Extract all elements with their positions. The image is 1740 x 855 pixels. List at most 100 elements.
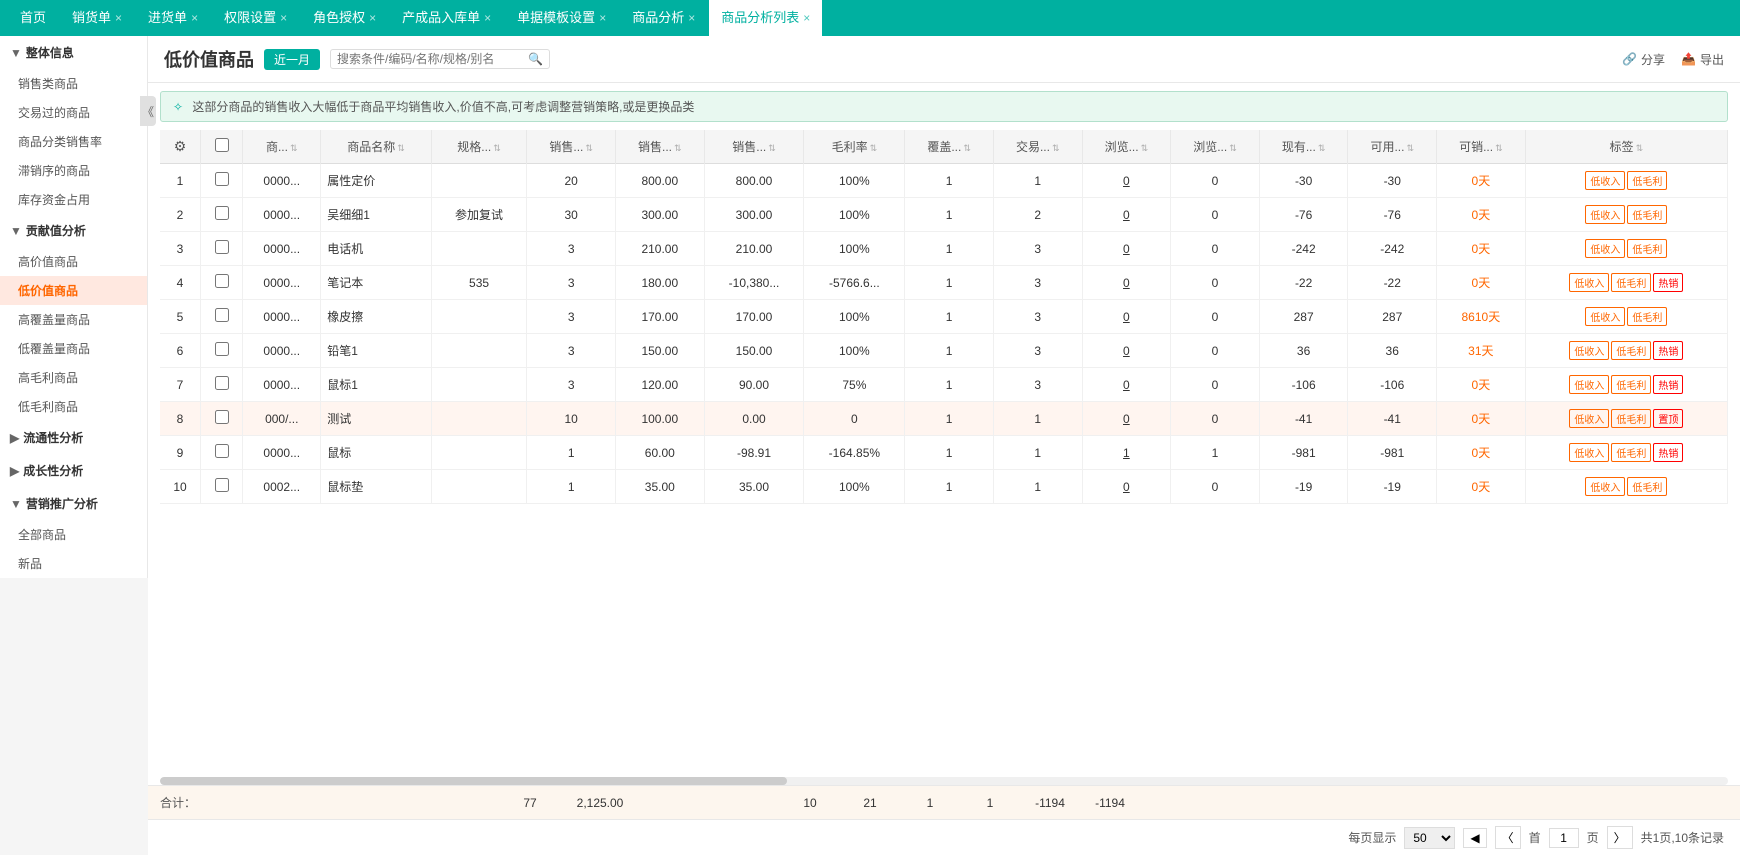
browse1-link[interactable]: 0 [1123, 276, 1130, 290]
settings-icon[interactable]: ⚙ [174, 138, 187, 154]
browse1-link[interactable]: 0 [1123, 242, 1130, 256]
nav-item-角色授权[interactable]: 角色授权× [301, 0, 388, 36]
close-tab-icon[interactable]: × [115, 11, 122, 25]
col-header-tags[interactable]: 标签⇅ [1525, 130, 1727, 164]
col-header-transaction[interactable]: 交易...⇅ [993, 130, 1082, 164]
close-tab-icon[interactable]: × [803, 11, 810, 25]
nav-item-进货单[interactable]: 进货单× [136, 0, 210, 36]
col-header-sales_price[interactable]: 销售...⇅ [704, 130, 804, 164]
sidebar-item-高覆盖量商品[interactable]: 高覆盖量商品 [0, 305, 147, 334]
nav-item-销货单[interactable]: 销货单× [60, 0, 134, 36]
sort-icon[interactable]: ⇅ [1406, 143, 1414, 153]
sidebar-item-商品分类销售率[interactable]: 商品分类销售率 [0, 127, 147, 156]
row-checkbox[interactable] [215, 274, 229, 288]
row-browse1[interactable]: 0 [1082, 368, 1171, 402]
sort-icon[interactable]: ⇅ [1495, 143, 1503, 153]
sort-icon[interactable]: ⇅ [290, 143, 298, 153]
sidebar-section-流通性分析[interactable]: ▶流通性分析 [0, 421, 147, 454]
sort-icon[interactable]: ⇅ [1636, 143, 1644, 153]
close-tab-icon[interactable]: × [484, 11, 491, 25]
sidebar-item-新品[interactable]: 新品 [0, 549, 147, 578]
row-checkbox[interactable] [215, 342, 229, 356]
search-input[interactable] [337, 52, 528, 66]
sort-icon[interactable]: ⇅ [493, 143, 501, 153]
row-browse1[interactable]: 0 [1082, 402, 1171, 436]
period-button[interactable]: 近一月 [264, 49, 320, 70]
col-header-sellable[interactable]: 可销...⇅ [1437, 130, 1526, 164]
sort-icon[interactable]: ⇅ [1318, 143, 1326, 153]
next-page-btn[interactable]: 〉 [1607, 826, 1633, 849]
close-tab-icon[interactable]: × [369, 11, 376, 25]
prev-page-btn[interactable]: 〈 [1495, 826, 1521, 849]
sort-icon[interactable]: ⇅ [1141, 143, 1149, 153]
select-all-checkbox[interactable] [215, 138, 229, 152]
col-header-browse2[interactable]: 浏览...⇅ [1171, 130, 1260, 164]
row-checkbox[interactable] [215, 308, 229, 322]
sidebar-item-全部商品[interactable]: 全部商品 [0, 520, 147, 549]
sort-icon[interactable]: ⇅ [1229, 143, 1237, 153]
row-browse1[interactable]: 0 [1082, 266, 1171, 300]
sidebar-section-成长性分析[interactable]: ▶成长性分析 [0, 454, 147, 487]
browse1-link[interactable]: 0 [1123, 480, 1130, 494]
sidebar-item-高价值商品[interactable]: 高价值商品 [0, 247, 147, 276]
page-input[interactable] [1549, 828, 1579, 848]
browse1-link[interactable]: 0 [1123, 310, 1130, 324]
row-browse1[interactable]: 0 [1082, 198, 1171, 232]
col-header-gross_rate[interactable]: 毛利率⇅ [804, 130, 905, 164]
row-browse1[interactable]: 0 [1082, 164, 1171, 198]
sort-icon[interactable]: ⇅ [1052, 143, 1060, 153]
row-checkbox[interactable] [215, 240, 229, 254]
export-button[interactable]: 📤 导出 [1681, 51, 1724, 68]
per-page-select[interactable]: 5020100 [1404, 827, 1455, 849]
sidebar-item-库存资金占用[interactable]: 库存资金占用 [0, 185, 147, 214]
browse1-link[interactable]: 0 [1123, 174, 1130, 188]
nav-item-单据模板设置[interactable]: 单据模板设置× [505, 0, 618, 36]
row-checkbox[interactable] [215, 172, 229, 186]
close-tab-icon[interactable]: × [191, 11, 198, 25]
row-browse1[interactable]: 0 [1082, 300, 1171, 334]
row-checkbox[interactable] [215, 410, 229, 424]
nav-item-产成品入库单[interactable]: 产成品入库单× [390, 0, 503, 36]
row-browse1[interactable]: 0 [1082, 470, 1171, 504]
col-header-sales_qty[interactable]: 销售...⇅ [527, 130, 616, 164]
first-page-btn[interactable]: ◀ [1463, 828, 1486, 848]
browse1-link[interactable]: 0 [1123, 412, 1130, 426]
sidebar-collapse-btn[interactable]: 《 [140, 96, 156, 126]
row-browse1[interactable]: 0 [1082, 232, 1171, 266]
row-browse1[interactable]: 0 [1082, 334, 1171, 368]
sidebar-section-整体信息[interactable]: ▼整体信息 [0, 36, 147, 69]
col-header-spec[interactable]: 规格...⇅ [431, 130, 527, 164]
col-header-name[interactable]: 商品名称⇅ [321, 130, 432, 164]
sidebar-item-销售类商品[interactable]: 销售类商品 [0, 69, 147, 98]
sidebar-item-低价值商品[interactable]: 低价值商品 [0, 276, 147, 305]
nav-item-商品分析[interactable]: 商品分析× [620, 0, 707, 36]
col-header-sales_amount[interactable]: 销售...⇅ [615, 130, 704, 164]
nav-item-首页[interactable]: 首页 [8, 0, 58, 36]
col-header-current_stock[interactable]: 现有...⇅ [1259, 130, 1348, 164]
nav-item-商品分析列表[interactable]: 商品分析列表× [709, 0, 822, 36]
sort-icon[interactable]: ⇅ [768, 143, 776, 153]
col-header-browse1[interactable]: 浏览...⇅ [1082, 130, 1171, 164]
row-checkbox[interactable] [215, 376, 229, 390]
close-tab-icon[interactable]: × [688, 11, 695, 25]
col-header-coverage[interactable]: 覆盖...⇅ [905, 130, 994, 164]
col-header-code[interactable]: 商...⇅ [243, 130, 321, 164]
sidebar-item-低毛利商品[interactable]: 低毛利商品 [0, 392, 147, 421]
sidebar-item-交易过的商品[interactable]: 交易过的商品 [0, 98, 147, 127]
sidebar-item-滞销序的商品[interactable]: 滞销序的商品 [0, 156, 147, 185]
sidebar-section-贡献值分析[interactable]: ▼贡献值分析 [0, 214, 147, 247]
horizontal-scrollbar[interactable] [160, 777, 1728, 785]
col-header-available[interactable]: 可用...⇅ [1348, 130, 1437, 164]
sort-icon[interactable]: ⇅ [585, 143, 593, 153]
browse1-link[interactable]: 0 [1123, 378, 1130, 392]
row-checkbox[interactable] [215, 478, 229, 492]
close-tab-icon[interactable]: × [599, 11, 606, 25]
sort-icon[interactable]: ⇅ [870, 143, 878, 153]
sidebar-item-低覆盖量商品[interactable]: 低覆盖量商品 [0, 334, 147, 363]
sidebar-section-营销推广分析[interactable]: ▼营销推广分析 [0, 487, 147, 520]
close-tab-icon[interactable]: × [280, 11, 287, 25]
nav-item-权限设置[interactable]: 权限设置× [212, 0, 299, 36]
row-checkbox[interactable] [215, 444, 229, 458]
sort-icon[interactable]: ⇅ [397, 143, 405, 153]
sidebar-item-高毛利商品[interactable]: 高毛利商品 [0, 363, 147, 392]
